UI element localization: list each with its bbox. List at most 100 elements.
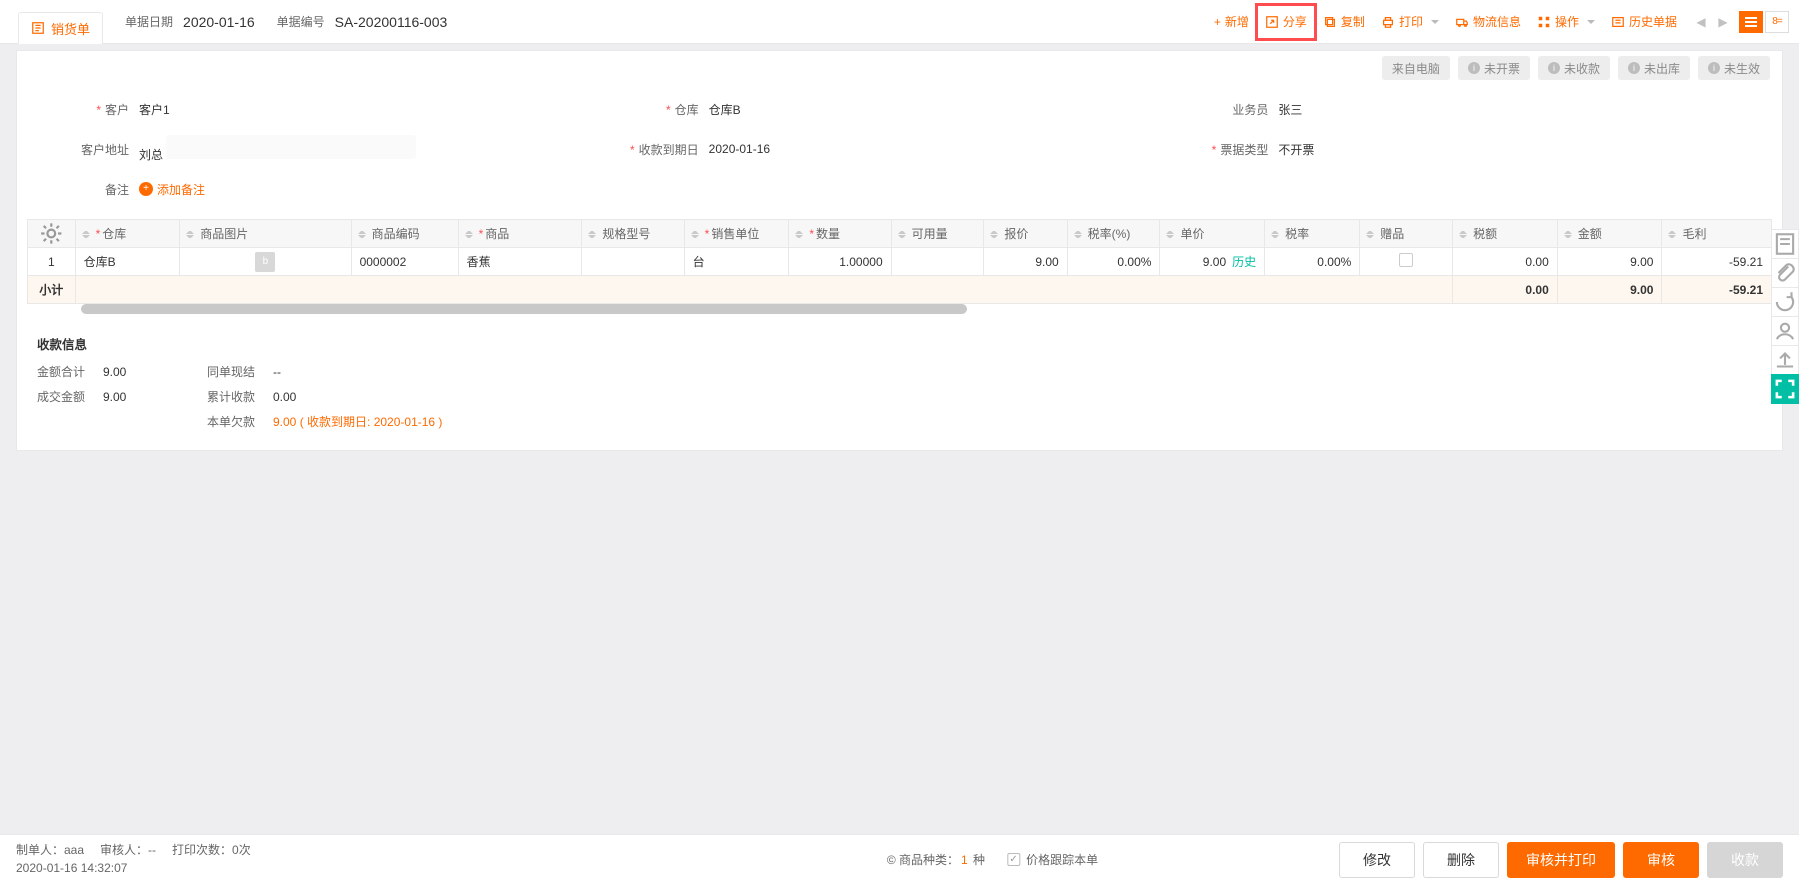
new-button[interactable]: +新增 <box>1206 8 1257 36</box>
nav-next[interactable]: ▶ <box>1715 12 1731 32</box>
address-value[interactable]: 刘总 <box>139 135 416 163</box>
col-disc[interactable]: 税率(%) <box>1067 220 1160 248</box>
footer-info: 制单人：aaa 审核人：-- 打印次数：0次 2020-01-16 14:32:… <box>16 843 251 876</box>
col-spec[interactable]: 规格型号 <box>582 220 684 248</box>
audit-print-button[interactable]: 审核并打印 <box>1507 842 1615 878</box>
print-icon <box>1381 15 1395 29</box>
col-avail[interactable]: 可用量 <box>891 220 984 248</box>
ops-button[interactable]: 操作 <box>1529 8 1603 36</box>
col-code[interactable]: 商品编码 <box>351 220 458 248</box>
cell-quote[interactable]: 9.00 <box>984 248 1067 276</box>
status-no-out[interactable]: i未出库 <box>1618 56 1690 80</box>
edit-button[interactable]: 修改 <box>1339 842 1415 878</box>
warehouse-value[interactable]: 仓库B <box>709 101 741 118</box>
customer-value[interactable]: 客户1 <box>139 101 170 118</box>
col-name[interactable]: *商品 <box>458 220 582 248</box>
audit-button[interactable]: 审核 <box>1623 842 1699 878</box>
col-gear[interactable] <box>28 220 76 248</box>
col-warehouse[interactable]: *仓库 <box>75 220 180 248</box>
rail-upload[interactable] <box>1771 345 1799 375</box>
status-row: 来自电脑 i未开票 i未收款 i未出库 i未生效 <box>17 51 1782 85</box>
col-taxamt[interactable]: 税额 <box>1453 220 1558 248</box>
document-panel: 来自电脑 i未开票 i未收款 i未出库 i未生效 *客户客户1 *仓库仓库B 业… <box>16 50 1783 451</box>
note-icon <box>1772 231 1798 257</box>
status-no-receipt[interactable]: i未收款 <box>1538 56 1610 80</box>
footer-center: © 商品种类：1 种 ✓价格跟踪本单 <box>887 851 1098 868</box>
image-placeholder-icon: b <box>255 252 275 272</box>
duedate-value[interactable]: 2020-01-16 <box>709 142 770 156</box>
col-profit[interactable]: 毛利 <box>1662 220 1772 248</box>
tab-sales-order[interactable]: 销货单 <box>18 12 103 44</box>
reviewer-info: 审核人：-- <box>100 843 156 859</box>
receipt-button[interactable]: 收款 <box>1707 842 1783 878</box>
share-button[interactable]: 分享 <box>1257 5 1315 39</box>
rail-attach[interactable] <box>1771 258 1799 288</box>
status-no-invoice[interactable]: i未开票 <box>1458 56 1530 80</box>
footer-actions: 修改 删除 审核并打印 审核 收款 <box>1339 842 1783 878</box>
cell-qty[interactable]: 1.00000 <box>789 248 891 276</box>
cell-wh[interactable]: 仓库B <box>75 248 180 276</box>
owe-due: ( 收款到期日: 2020-01-16 ) <box>300 415 443 429</box>
col-gift[interactable]: 赠品 <box>1360 220 1453 248</box>
tab-label: 销货单 <box>51 19 90 38</box>
cell-img[interactable]: b <box>180 248 351 276</box>
view-detail[interactable]: 8= <box>1765 11 1789 33</box>
remark-label: 备注 <box>45 181 129 198</box>
cell-price[interactable]: 9.00历史 <box>1160 248 1265 276</box>
copy-button[interactable]: 复制 <box>1315 8 1373 36</box>
footer-bar: 制单人：aaa 审核人：-- 打印次数：0次 2020-01-16 14:32:… <box>0 834 1799 884</box>
checkbox-icon: ✓ <box>1007 853 1020 866</box>
plus-icon: + <box>1214 15 1221 29</box>
cell-code[interactable]: 0000002 <box>351 248 458 276</box>
cell-idx: 1 <box>28 248 76 276</box>
rail-refresh[interactable] <box>1771 287 1799 317</box>
payment-section: 收款信息 金额合计9.00 同单现结-- 成交金额9.00 累计收款0.00 本… <box>17 320 1782 450</box>
print-button[interactable]: 打印 <box>1373 8 1447 36</box>
cell-name[interactable]: 香蕉 <box>458 248 582 276</box>
acc-label: 累计收款 <box>207 388 267 405</box>
user-icon <box>1772 318 1798 344</box>
acc-value: 0.00 <box>273 390 296 404</box>
grid-icon <box>1537 15 1551 29</box>
col-tax[interactable]: 税率 <box>1265 220 1360 248</box>
col-qty[interactable]: *数量 <box>789 220 891 248</box>
nav-prev[interactable]: ◀ <box>1693 12 1709 32</box>
receipt-icon <box>31 21 45 35</box>
view-list[interactable] <box>1739 11 1763 33</box>
gift-checkbox[interactable] <box>1399 253 1413 267</box>
delete-button[interactable]: 删除 <box>1423 842 1499 878</box>
truck-icon <box>1455 15 1469 29</box>
price-history-link[interactable]: 历史 <box>1232 255 1256 269</box>
cell-unit[interactable]: 台 <box>684 248 789 276</box>
deal-label: 成交金额 <box>37 388 97 405</box>
col-price[interactable]: 单价 <box>1160 220 1265 248</box>
logistics-button[interactable]: 物流信息 <box>1447 8 1529 36</box>
price-follow-checkbox[interactable]: ✓价格跟踪本单 <box>1007 851 1098 868</box>
copy-icon <box>1323 15 1337 29</box>
cell-disc[interactable]: 0.00% <box>1067 248 1160 276</box>
subtotal-row: 小计 0.00 9.00 -59.21 <box>28 276 1772 304</box>
history-label: 历史单据 <box>1629 13 1677 30</box>
line-items-table: *仓库 商品图片 商品编码 *商品 规格型号 *销售单位 *数量 可用量 报价 … <box>27 219 1772 314</box>
cell-gift[interactable] <box>1360 248 1453 276</box>
table-header-row: *仓库 商品图片 商品编码 *商品 规格型号 *销售单位 *数量 可用量 报价 … <box>28 220 1772 248</box>
rail-expand[interactable] <box>1771 374 1799 404</box>
rail-note[interactable] <box>1771 229 1799 259</box>
status-not-active[interactable]: i未生效 <box>1698 56 1770 80</box>
add-remark-button[interactable]: +添加备注 <box>139 181 205 198</box>
rail-user[interactable] <box>1771 316 1799 346</box>
cell-tax[interactable]: 0.00% <box>1265 248 1360 276</box>
cell-taxamt: 0.00 <box>1453 248 1558 276</box>
header-form: *客户客户1 *仓库仓库B 业务员张三 客户地址刘总 *收款到期日2020-01… <box>17 85 1782 219</box>
history-button[interactable]: 历史单据 <box>1603 8 1685 36</box>
cell-spec[interactable] <box>582 248 684 276</box>
invtype-value[interactable]: 不开票 <box>1278 141 1314 158</box>
table-row[interactable]: 1 仓库B b 0000002 香蕉 台 1.00000 9.00 0.00% … <box>28 248 1772 276</box>
col-amount[interactable]: 金额 <box>1557 220 1662 248</box>
col-unit[interactable]: *销售单位 <box>684 220 789 248</box>
col-quote[interactable]: 报价 <box>984 220 1067 248</box>
sales-value[interactable]: 张三 <box>1278 101 1302 118</box>
horizontal-scrollbar[interactable] <box>81 304 967 314</box>
print-count-info: 打印次数：0次 <box>172 843 251 859</box>
col-image[interactable]: 商品图片 <box>180 220 351 248</box>
